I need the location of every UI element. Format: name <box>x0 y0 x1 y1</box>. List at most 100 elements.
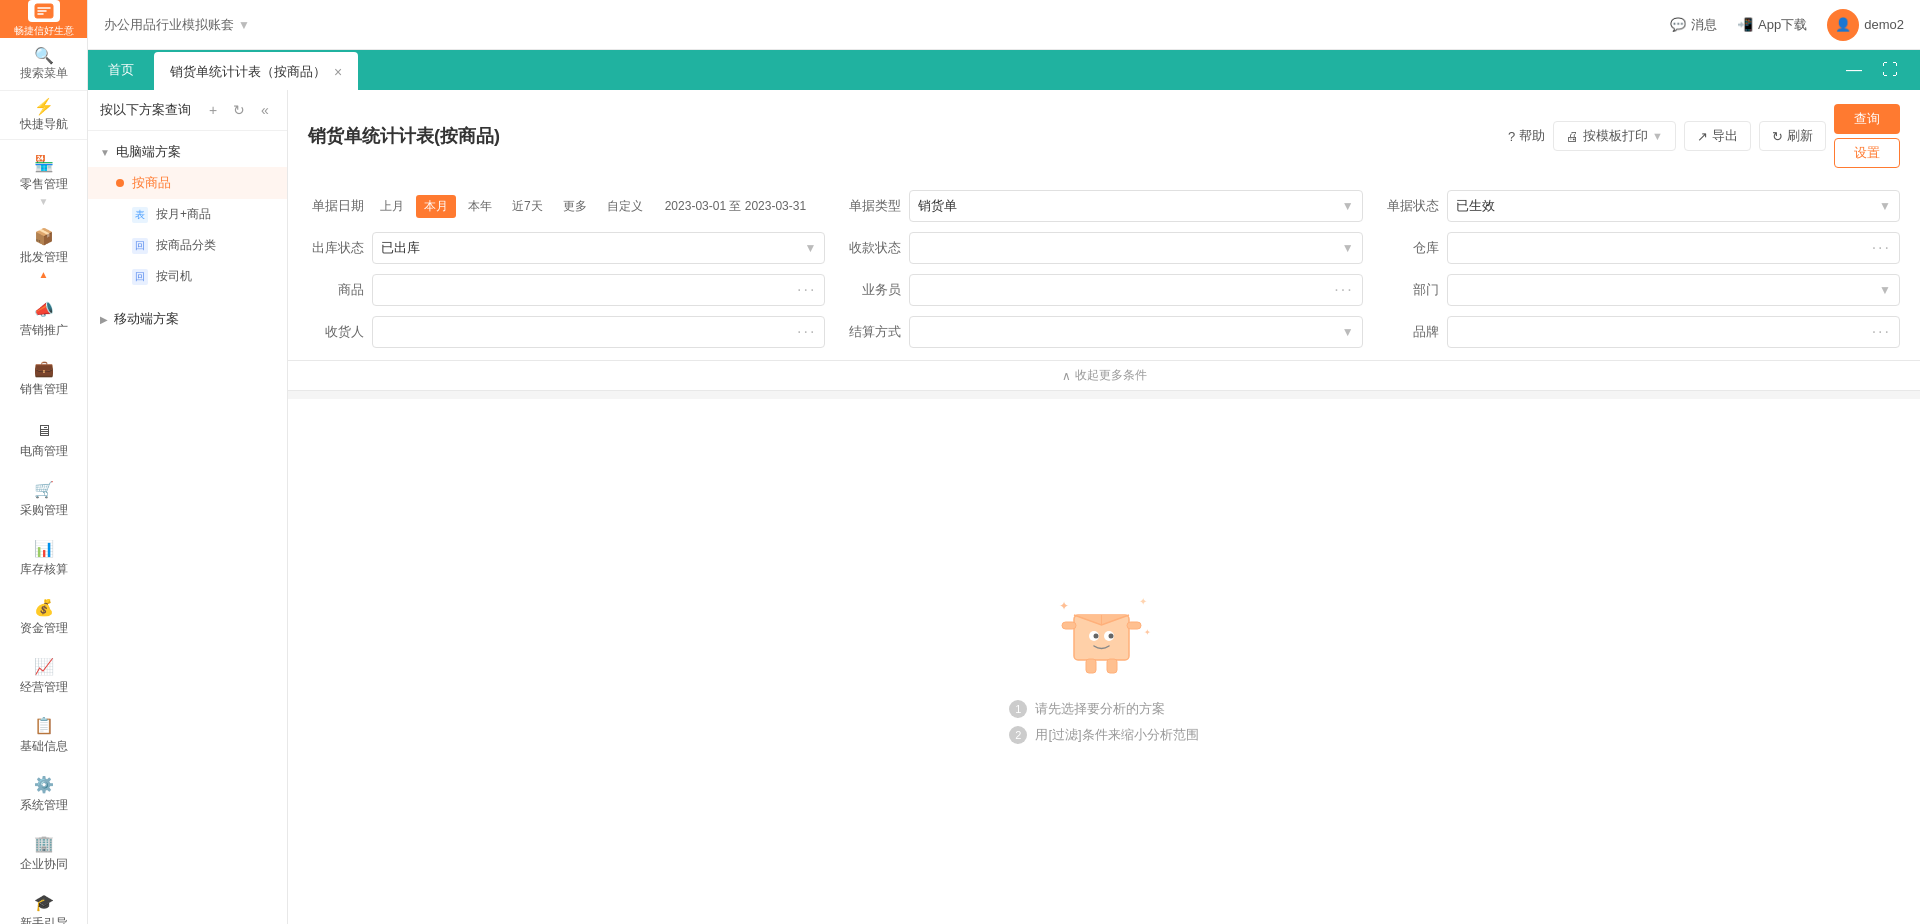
warehouse-value: 已出库 <box>381 239 804 257</box>
brand-control[interactable]: ··· <box>1447 316 1900 348</box>
tab-home[interactable]: 首页 <box>88 50 154 90</box>
warehouse-arrow: ▼ <box>804 241 816 255</box>
receiver-dots: ··· <box>797 323 816 341</box>
search-menu-item[interactable]: 🔍 搜索菜单 <box>0 38 87 91</box>
scheme-month-goods-label: 按月+商品 <box>156 206 211 223</box>
salesperson-control[interactable]: ··· <box>909 274 1362 306</box>
settlement-control[interactable]: ▼ <box>909 316 1362 348</box>
tab-close-icon[interactable]: × <box>334 65 342 79</box>
sidebar-item-marketing[interactable]: 📣 营销推广 <box>0 290 87 349</box>
warehouse-control[interactable]: 已出库 ▼ <box>372 232 825 264</box>
receiver-control[interactable]: ··· <box>372 316 825 348</box>
refresh-btn[interactable]: ↻ 刷新 <box>1759 121 1826 151</box>
collapse-arrow-icon: ∧ <box>1062 369 1071 383</box>
scheme-item-driver[interactable]: 回 按司机 <box>88 261 287 292</box>
payment-control[interactable]: ▼ <box>909 232 1362 264</box>
settings-button[interactable]: 设置 <box>1834 138 1900 168</box>
bill-status-arrow: ▼ <box>1879 199 1891 213</box>
add-icon: + <box>209 102 217 118</box>
tab-maximize-btn[interactable]: ⛶ <box>1876 56 1904 84</box>
payment-field: 收款状态 ▼ <box>845 232 1362 264</box>
refresh-label: 刷新 <box>1787 127 1813 145</box>
sidebar-item-wholesale[interactable]: 📦 批发管理 ▲ <box>0 217 87 290</box>
collapse-bar[interactable]: ∧ 收起更多条件 <box>288 361 1920 391</box>
storage-control[interactable]: ··· <box>1447 232 1900 264</box>
dept-control[interactable]: ▼ <box>1447 274 1900 306</box>
empty-tip-2: 2 用[过滤]条件来缩小分析范围 <box>1009 726 1198 744</box>
goods-control[interactable]: ··· <box>372 274 825 306</box>
quick-nav-item[interactable]: ⚡ 快捷导航 <box>0 91 87 140</box>
header-right: 💬 消息 📲 App下载 👤 demo2 <box>1670 9 1904 41</box>
company-dropdown[interactable]: 办公用品行业模拟账套 ▼ <box>104 16 250 34</box>
date-label: 单据日期 <box>308 197 364 215</box>
bill-type-label: 单据类型 <box>845 197 901 215</box>
sidebar-item-ecommerce[interactable]: 🖥 电商管理 <box>0 412 87 470</box>
date-tab-more[interactable]: 更多 <box>555 195 595 218</box>
filter-row-1: 单据日期 上月 本月 本年 近7天 更多 自定义 2023-03-01 至 20… <box>308 190 1900 222</box>
help-btn[interactable]: ? 帮助 <box>1508 127 1545 145</box>
basic-label: 基础信息 <box>20 738 68 755</box>
receiver-field: 收货人 ··· <box>308 316 825 348</box>
scheme-header-title: 按以下方案查询 <box>100 101 191 119</box>
scheme-refresh-btn[interactable]: ↻ <box>229 100 249 120</box>
date-tab-this-year[interactable]: 本年 <box>460 195 500 218</box>
sidebar-item-basic[interactable]: 📋 基础信息 <box>0 706 87 765</box>
sidebar-item-enterprise[interactable]: 🏢 企业协同 <box>0 824 87 883</box>
sidebar-item-finance[interactable]: 💰 资金管理 <box>0 588 87 647</box>
tab-active-sales[interactable]: 销货单统计计表（按商品） × <box>154 52 358 92</box>
scheme-add-btn[interactable]: + <box>203 100 223 120</box>
message-btn[interactable]: 💬 消息 <box>1670 16 1717 34</box>
empty-illustration: ✦ ✦ ✦ <box>1044 580 1164 680</box>
sidebar-item-guide[interactable]: 🎓 新手引导 <box>0 883 87 924</box>
mobile-scheme-group-title[interactable]: ▶ 移动端方案 <box>88 304 287 334</box>
scheme-item-by-goods[interactable]: 按商品 <box>88 167 287 199</box>
svg-point-4 <box>1094 633 1099 638</box>
dept-label: 部门 <box>1383 281 1439 299</box>
print-btn[interactable]: 🖨 按模板打印 ▼ <box>1553 121 1676 151</box>
app-download-btn[interactable]: 📲 App下载 <box>1737 16 1807 34</box>
query-button[interactable]: 查询 <box>1834 104 1900 134</box>
refresh-icon: ↻ <box>1772 129 1783 144</box>
desktop-scheme-group-title[interactable]: ▼ 电脑端方案 <box>88 137 287 167</box>
dropdown-arrow-icon: ▼ <box>238 18 250 32</box>
sidebar-item-retail[interactable]: 🏪 零售管理 ▼ <box>0 144 87 217</box>
scheme-by-goods-label: 按商品 <box>132 174 171 192</box>
date-tabs: 上月 本月 本年 近7天 更多 自定义 <box>372 195 651 218</box>
bill-status-control[interactable]: 已生效 ▼ <box>1447 190 1900 222</box>
print-arrow: ▼ <box>1652 130 1663 142</box>
bill-type-value: 销货单 <box>918 197 1341 215</box>
tab-minimize-btn[interactable]: — <box>1840 56 1868 84</box>
sidebar-item-operations[interactable]: 📈 经营管理 <box>0 647 87 706</box>
date-tab-7days[interactable]: 近7天 <box>504 195 551 218</box>
date-tab-custom[interactable]: 自定义 <box>599 195 651 218</box>
empty-state: ✦ ✦ ✦ 1 请先选择要分析的方案 2 用[过滤]条件来缩小分析范围 <box>288 399 1920 924</box>
sidebar-item-sales[interactable]: 💼 销售管理 <box>0 349 87 408</box>
sidebar-item-purchase[interactable]: 🛒 采购管理 <box>0 470 87 529</box>
scheme-item-month-goods[interactable]: 表 按月+商品 <box>88 199 287 230</box>
storage-label: 仓库 <box>1383 239 1439 257</box>
tip-num-2: 2 <box>1009 726 1027 744</box>
scheme-collapse-btn[interactable]: « <box>255 100 275 120</box>
app-logo[interactable]: 畅捷信好生意 <box>0 0 87 38</box>
date-tab-last-month[interactable]: 上月 <box>372 195 412 218</box>
user-profile[interactable]: 👤 demo2 <box>1827 9 1904 41</box>
inventory-icon: 📊 <box>34 539 54 558</box>
mobile-scheme-group: ▶ 移动端方案 <box>88 298 287 340</box>
goods-field: 商品 ··· <box>308 274 825 306</box>
sidebar-item-inventory[interactable]: 📊 库存核算 <box>0 529 87 588</box>
enterprise-label: 企业协同 <box>20 856 68 873</box>
date-tab-this-month[interactable]: 本月 <box>416 195 456 218</box>
salesperson-label: 业务员 <box>845 281 901 299</box>
settlement-field: 结算方式 ▼ <box>845 316 1362 348</box>
scheme-sub-icon-1: 表 <box>132 207 148 223</box>
scheme-item-category[interactable]: 回 按商品分类 <box>88 230 287 261</box>
bill-type-field: 单据类型 销货单 ▼ <box>845 190 1362 222</box>
bill-type-control[interactable]: 销货单 ▼ <box>909 190 1362 222</box>
filter-row-3: 商品 ··· 业务员 ··· 部门 <box>308 274 1900 306</box>
export-btn[interactable]: ↗ 导出 <box>1684 121 1751 151</box>
sidebar-item-system[interactable]: ⚙️ 系统管理 <box>0 765 87 824</box>
purchase-icon: 🛒 <box>34 480 54 499</box>
sales-label: 销售管理 <box>20 381 68 398</box>
tip-text-1: 请先选择要分析的方案 <box>1035 700 1165 718</box>
bill-status-value: 已生效 <box>1456 197 1879 215</box>
